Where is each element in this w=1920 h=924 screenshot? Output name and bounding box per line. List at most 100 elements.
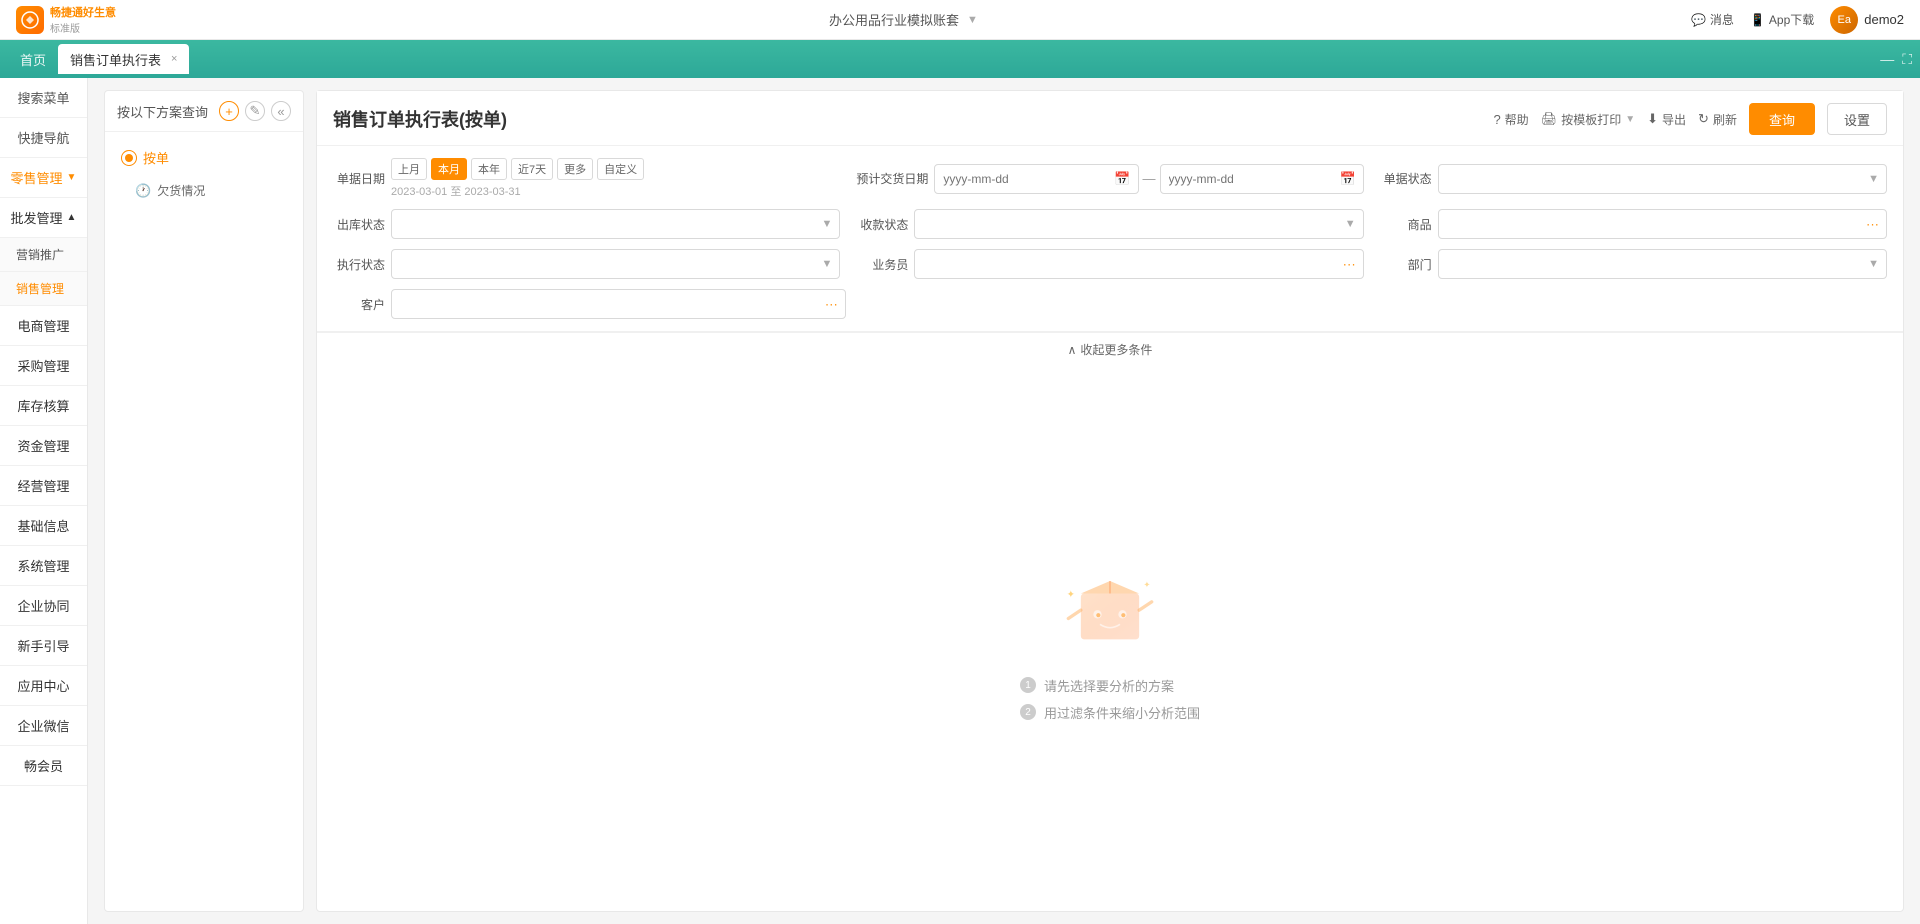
date-start-input[interactable] bbox=[934, 164, 1138, 194]
sidebar-item-search[interactable]: 搜索菜单 bbox=[0, 78, 87, 118]
filter-predicted-date-label: 预计交货日期 bbox=[856, 170, 928, 187]
salesman-ellipsis-btn[interactable]: ··· bbox=[1343, 257, 1356, 272]
date-btn-custom[interactable]: 自定义 bbox=[597, 158, 644, 180]
sidebar-item-purchase[interactable]: 采购管理 bbox=[0, 346, 87, 386]
refresh-icon: ↻ bbox=[1698, 111, 1709, 127]
sidebar-item-finance[interactable]: 资金管理 bbox=[0, 426, 87, 466]
sidebar-item-newbie[interactable]: 新手引导 bbox=[0, 626, 87, 666]
user-avatar: Ea bbox=[1830, 6, 1858, 34]
goods-ellipsis-btn[interactable]: ··· bbox=[1866, 217, 1879, 232]
collapse-panel-btn[interactable]: « bbox=[271, 101, 291, 121]
filter-dept-label: 部门 bbox=[1380, 256, 1432, 273]
print-arrow-icon: ▼ bbox=[1625, 114, 1635, 125]
filter-exec-status-label: 执行状态 bbox=[333, 256, 385, 273]
customer-ellipsis-btn[interactable]: ··· bbox=[825, 297, 838, 312]
clock-icon: 🕐 bbox=[135, 183, 151, 199]
tip-num-1: 1 bbox=[1020, 677, 1036, 693]
tab-minimize-icon[interactable]: — bbox=[1880, 51, 1894, 67]
help-btn[interactable]: ? 帮助 bbox=[1493, 111, 1528, 128]
industry-selector-arrow[interactable]: ▼ bbox=[967, 14, 978, 26]
filter-goods-input[interactable] bbox=[1438, 209, 1887, 239]
filter-salesman-input[interactable] bbox=[914, 249, 1363, 279]
date-start-wrap: 📅 bbox=[934, 164, 1138, 194]
filter-out-status-control: ▼ bbox=[391, 209, 840, 239]
filter-dept-select[interactable] bbox=[1438, 249, 1887, 279]
message-btn[interactable]: 💬 消息 bbox=[1691, 11, 1734, 28]
add-scheme-btn[interactable]: + bbox=[219, 101, 239, 121]
user-area[interactable]: Ea demo2 bbox=[1830, 6, 1904, 34]
tab-sales-order-label: 销售订单执行表 bbox=[70, 50, 161, 69]
app-download-btn[interactable]: 📱 App下载 bbox=[1750, 11, 1814, 28]
filter-out-status-select[interactable] bbox=[391, 209, 840, 239]
filter-exec-status-control: ▼ bbox=[391, 249, 840, 279]
date-btn-more[interactable]: 更多 bbox=[557, 158, 593, 180]
filter-date-label: 单据日期 bbox=[333, 170, 385, 187]
tip-num-2: 2 bbox=[1020, 704, 1036, 720]
filter-predicted-date-item: 预计交货日期 📅 — 📅 bbox=[856, 164, 1363, 194]
date-btn-last-month[interactable]: 上月 bbox=[391, 158, 427, 180]
tab-home[interactable]: 首页 bbox=[8, 44, 58, 74]
filter-date-item: 单据日期 上月 本月 本年 近7天 更多 自定义 20 bbox=[333, 158, 840, 199]
logo-area: 畅捷通好生意 标准版 bbox=[16, 4, 116, 35]
collapse-icon: ∧ bbox=[1068, 343, 1077, 357]
date-quick-btns: 上月 本月 本年 近7天 更多 自定义 bbox=[391, 158, 840, 180]
filter-out-status-item: 出库状态 ▼ bbox=[333, 209, 840, 239]
refresh-btn[interactable]: ↻ 刷新 bbox=[1698, 111, 1737, 128]
sidebar-item-wholesale[interactable]: 批发管理 ▲ bbox=[0, 198, 87, 238]
filter-receipt-status-item: 收款状态 ▼ bbox=[856, 209, 1363, 239]
sidebar-item-corp[interactable]: 企业协同 bbox=[0, 586, 87, 626]
header-center[interactable]: 办公用品行业模拟账套 ▼ bbox=[829, 10, 978, 29]
tab-close-btn[interactable]: × bbox=[171, 53, 177, 65]
print-icon: 🖨 bbox=[1541, 111, 1558, 127]
sidebar-item-sales[interactable]: 销售管理 bbox=[0, 272, 87, 306]
filter-out-status-label: 出库状态 bbox=[333, 216, 385, 233]
template-print-btn[interactable]: 🖨 按模板打印 ▼ bbox=[1541, 111, 1635, 128]
sidebar-item-retail[interactable]: 零售管理 ▼ bbox=[0, 158, 87, 198]
sidebar-item-member[interactable]: 畅会员 bbox=[0, 746, 87, 786]
settings-btn[interactable]: 设置 bbox=[1827, 103, 1887, 135]
export-icon: ⬇ bbox=[1647, 111, 1658, 127]
filter-doc-status-item: 单据状态 ▼ bbox=[1380, 164, 1887, 194]
filter-exec-status-select[interactable] bbox=[391, 249, 840, 279]
filter-goods-control: ··· bbox=[1438, 209, 1887, 239]
sidebar-item-inventory[interactable]: 库存核算 bbox=[0, 386, 87, 426]
scheme-item-order[interactable]: 按单 bbox=[105, 140, 303, 175]
date-btn-this-year[interactable]: 本年 bbox=[471, 158, 507, 180]
sidebar-item-apps[interactable]: 应用中心 bbox=[0, 666, 87, 706]
sidebar-item-quicknav[interactable]: 快捷导航 bbox=[0, 118, 87, 158]
sidebar-item-ecommerce[interactable]: 电商管理 bbox=[0, 306, 87, 346]
filter-goods-item: 商品 ··· bbox=[1380, 209, 1887, 239]
filter-salesman-item: 业务员 ··· bbox=[856, 249, 1363, 279]
collapse-bar[interactable]: ∧ 收起更多条件 bbox=[317, 332, 1903, 366]
sidebar-item-basic[interactable]: 基础信息 bbox=[0, 506, 87, 546]
sidebar-item-marketing[interactable]: 营销推广 bbox=[0, 238, 87, 272]
tab-sales-order[interactable]: 销售订单执行表 × bbox=[58, 44, 189, 74]
tab-bar-right: — ⛶ bbox=[1880, 51, 1912, 68]
sidebar: 搜索菜单 快捷导航 零售管理 ▼ 批发管理 ▲ 营销推广 销售管理 电商管理 采… bbox=[0, 78, 88, 924]
sidebar-item-wechat[interactable]: 企业微信 bbox=[0, 706, 87, 746]
tab-expand-icon[interactable]: ⛶ bbox=[1902, 51, 1912, 68]
filter-row-3: 执行状态 ▼ 业务员 ·· bbox=[333, 249, 1887, 279]
filter-exec-status-item: 执行状态 ▼ bbox=[333, 249, 840, 279]
sidebar-item-operation[interactable]: 经营管理 bbox=[0, 466, 87, 506]
date-btn-7days[interactable]: 近7天 bbox=[511, 158, 553, 180]
tip-text-1: 请先选择要分析的方案 bbox=[1044, 676, 1174, 695]
content-area: 按以下方案查询 + ✎ « bbox=[88, 78, 1920, 924]
filter-receipt-status-select[interactable] bbox=[914, 209, 1363, 239]
date-range-predicted: 📅 — 📅 bbox=[934, 164, 1363, 194]
edit-scheme-btn[interactable]: ✎ bbox=[245, 101, 265, 121]
page-wrapper: 按以下方案查询 + ✎ « bbox=[88, 78, 1920, 924]
filter-customer-item: 客户 ··· bbox=[333, 289, 846, 319]
date-end-input[interactable] bbox=[1160, 164, 1364, 194]
query-btn[interactable]: 查询 bbox=[1749, 103, 1815, 135]
filter-doc-status-select[interactable] bbox=[1438, 164, 1887, 194]
download-icon: 📱 bbox=[1750, 13, 1765, 27]
export-btn[interactable]: ⬇ 导出 bbox=[1647, 111, 1686, 128]
sidebar-item-system[interactable]: 系统管理 bbox=[0, 546, 87, 586]
filter-row-4: 客户 ··· bbox=[333, 289, 1887, 319]
filter-customer-input[interactable] bbox=[391, 289, 846, 319]
scheme-item-debt[interactable]: 🕐 欠货情况 bbox=[105, 175, 303, 206]
date-btn-this-month[interactable]: 本月 bbox=[431, 158, 467, 180]
date-end-wrap: 📅 bbox=[1160, 164, 1364, 194]
header-left: 畅捷通好生意 标准版 bbox=[16, 4, 116, 35]
